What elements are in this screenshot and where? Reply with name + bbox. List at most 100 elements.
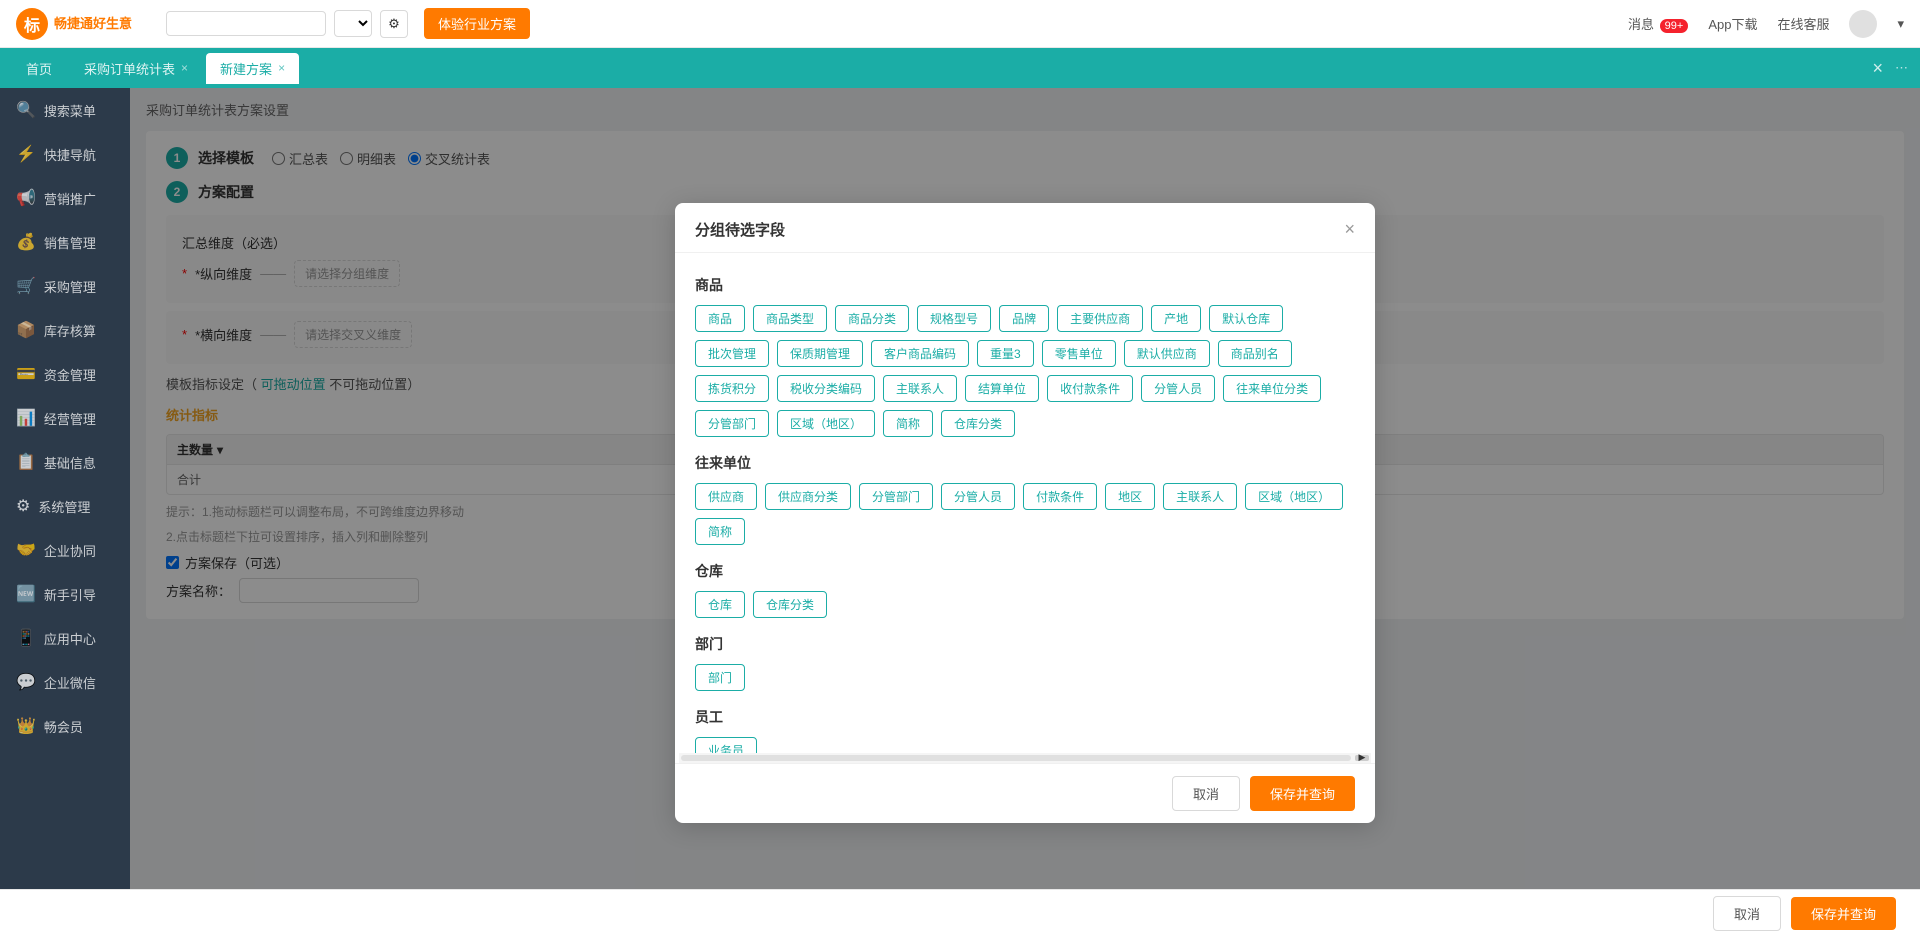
sidebar-item-operations-label: 经营管理 <box>44 409 96 428</box>
search-select[interactable] <box>334 10 372 37</box>
field-tag[interactable]: 商品分类 <box>835 305 909 332</box>
field-tag[interactable]: 税收分类编码 <box>777 375 875 402</box>
sidebar-item-sales[interactable]: 💰 销售管理 <box>0 220 130 264</box>
sidebar-item-system[interactable]: ⚙ 系统管理 <box>0 484 130 528</box>
basic-info-icon: 📋 <box>16 452 36 472</box>
notification-area[interactable]: 消息 99+ <box>1628 14 1688 33</box>
field-tag[interactable]: 主要供应商 <box>1057 305 1143 332</box>
field-tag[interactable]: 规格型号 <box>917 305 991 332</box>
modal-cancel-button[interactable]: 取消 <box>1172 776 1240 811</box>
field-tag[interactable]: 区域（地区） <box>1245 483 1343 510</box>
field-tag[interactable]: 区域（地区） <box>777 410 875 437</box>
field-tag[interactable]: 重量3 <box>977 340 1034 367</box>
app-center-icon: 📱 <box>16 628 36 648</box>
search-icon: 🔍 <box>16 100 36 120</box>
sidebar-item-operations[interactable]: 📊 经营管理 <box>0 396 130 440</box>
field-tag[interactable]: 默认仓库 <box>1209 305 1283 332</box>
finance-icon: 💳 <box>16 364 36 384</box>
field-tag[interactable]: 仓库分类 <box>941 410 1015 437</box>
guide-icon: 🆕 <box>16 584 36 604</box>
tab-bar-menu[interactable]: ⋯ <box>1895 60 1908 76</box>
sidebar-item-cooperation[interactable]: 🤝 企业协同 <box>0 528 130 572</box>
field-tag[interactable]: 简称 <box>883 410 933 437</box>
field-tag[interactable]: 默认供应商 <box>1124 340 1210 367</box>
sidebar-item-app-center[interactable]: 📱 应用中心 <box>0 616 130 660</box>
field-tag[interactable]: 往来单位分类 <box>1223 375 1321 402</box>
footer-save-button[interactable]: 保存并查询 <box>1791 897 1896 930</box>
sidebar-item-search[interactable]: 🔍 搜索菜单 <box>0 88 130 132</box>
tab-home-label: 首页 <box>26 59 52 78</box>
field-grid-product: 商品 商品类型 商品分类 规格型号 品牌 主要供应商 产地 默认仓库 批次管理 … <box>695 305 1355 437</box>
field-tag[interactable]: 付款条件 <box>1023 483 1097 510</box>
sidebar-item-guide-label: 新手引导 <box>44 585 96 604</box>
sidebar-item-wechat[interactable]: 💬 企业微信 <box>0 660 130 704</box>
field-tag[interactable]: 主联系人 <box>1163 483 1237 510</box>
field-tag[interactable]: 分管部门 <box>695 410 769 437</box>
field-tag[interactable]: 零售单位 <box>1042 340 1116 367</box>
sidebar-item-search-label: 搜索菜单 <box>44 101 96 120</box>
sidebar-item-inventory[interactable]: 📦 库存核算 <box>0 308 130 352</box>
field-tag[interactable]: 品牌 <box>999 305 1049 332</box>
field-tag[interactable]: 部门 <box>695 664 745 691</box>
horizontal-scrollbar[interactable]: ▶ <box>679 753 1371 762</box>
field-tag[interactable]: 仓库分类 <box>753 591 827 618</box>
tab-bar-close[interactable]: × <box>1872 58 1883 79</box>
field-tag[interactable]: 保质期管理 <box>777 340 863 367</box>
field-tag[interactable]: 产地 <box>1151 305 1201 332</box>
sidebar-item-purchase[interactable]: 🛒 采购管理 <box>0 264 130 308</box>
field-tag[interactable]: 结算单位 <box>965 375 1039 402</box>
logo-text: 畅捷通好生意 <box>54 16 132 32</box>
field-tag[interactable]: 商品 <box>695 305 745 332</box>
field-tag[interactable]: 商品别名 <box>1218 340 1292 367</box>
sidebar-item-purchase-label: 采购管理 <box>44 277 96 296</box>
scroll-right-arrow[interactable]: ▶ <box>1355 755 1369 760</box>
field-tag[interactable]: 分管人员 <box>1141 375 1215 402</box>
top-right: 消息 99+ App下载 在线客服 ▾ <box>1628 10 1904 38</box>
sidebar-item-quick-nav-label: 快捷导航 <box>44 145 96 164</box>
tab-purchase-stats[interactable]: 采购订单统计表 × <box>70 53 202 84</box>
tab-new-scheme-close[interactable]: × <box>278 61 285 75</box>
sidebar-item-quick-nav[interactable]: ⚡ 快捷导航 <box>0 132 130 176</box>
tab-purchase-stats-close[interactable]: × <box>181 61 188 75</box>
section-title-warehouse: 仓库 <box>695 561 1355 581</box>
tab-new-scheme[interactable]: 新建方案 × <box>206 53 299 84</box>
sidebar-item-member[interactable]: 👑 畅会员 <box>0 704 130 748</box>
field-tag[interactable]: 地区 <box>1105 483 1155 510</box>
user-arrow[interactable]: ▾ <box>1897 16 1904 32</box>
cooperation-icon: 🤝 <box>16 540 36 560</box>
field-tag[interactable]: 仓库 <box>695 591 745 618</box>
sidebar-item-basic-info[interactable]: 📋 基础信息 <box>0 440 130 484</box>
field-grid-partner: 供应商 供应商分类 分管部门 分管人员 付款条件 地区 主联系人 区域（地区） … <box>695 483 1355 545</box>
avatar[interactable] <box>1849 10 1877 38</box>
notification-label: 消息 <box>1628 17 1654 32</box>
field-tag[interactable]: 客户商品编码 <box>871 340 969 367</box>
modal-save-button[interactable]: 保存并查询 <box>1250 776 1355 811</box>
field-tag[interactable]: 收付款条件 <box>1047 375 1133 402</box>
sidebar-item-finance[interactable]: 💳 资金管理 <box>0 352 130 396</box>
modal-title: 分组待选字段 <box>695 219 785 240</box>
field-tag[interactable]: 业务员 <box>695 737 757 754</box>
member-icon: 👑 <box>16 716 36 736</box>
field-tag[interactable]: 供应商 <box>695 483 757 510</box>
online-service-link[interactable]: 在线客服 <box>1777 14 1829 33</box>
app-download-link[interactable]: App下载 <box>1708 14 1757 33</box>
tab-home[interactable]: 首页 <box>12 53 66 84</box>
search-input[interactable] <box>166 11 326 36</box>
footer-cancel-button[interactable]: 取消 <box>1713 896 1781 931</box>
gear-button[interactable]: ⚙ <box>380 10 408 38</box>
field-tag[interactable]: 分管部门 <box>859 483 933 510</box>
sidebar-item-marketing[interactable]: 📢 营销推广 <box>0 176 130 220</box>
field-tag[interactable]: 分管人员 <box>941 483 1015 510</box>
field-tag[interactable]: 拣货积分 <box>695 375 769 402</box>
field-tag[interactable]: 供应商分类 <box>765 483 851 510</box>
field-tag[interactable]: 简称 <box>695 518 745 545</box>
field-tag[interactable]: 批次管理 <box>695 340 769 367</box>
modal-body: 商品 商品 商品类型 商品分类 规格型号 品牌 主要供应商 产地 默认仓库 批次… <box>675 253 1375 754</box>
modal-close-button[interactable]: × <box>1344 220 1355 238</box>
purchase-icon: 🛒 <box>16 276 36 296</box>
experience-button[interactable]: 体验行业方案 <box>424 8 530 39</box>
bottom-bar: 取消 保存并查询 <box>0 889 1920 937</box>
field-tag[interactable]: 主联系人 <box>883 375 957 402</box>
field-tag[interactable]: 商品类型 <box>753 305 827 332</box>
sidebar-item-guide[interactable]: 🆕 新手引导 <box>0 572 130 616</box>
